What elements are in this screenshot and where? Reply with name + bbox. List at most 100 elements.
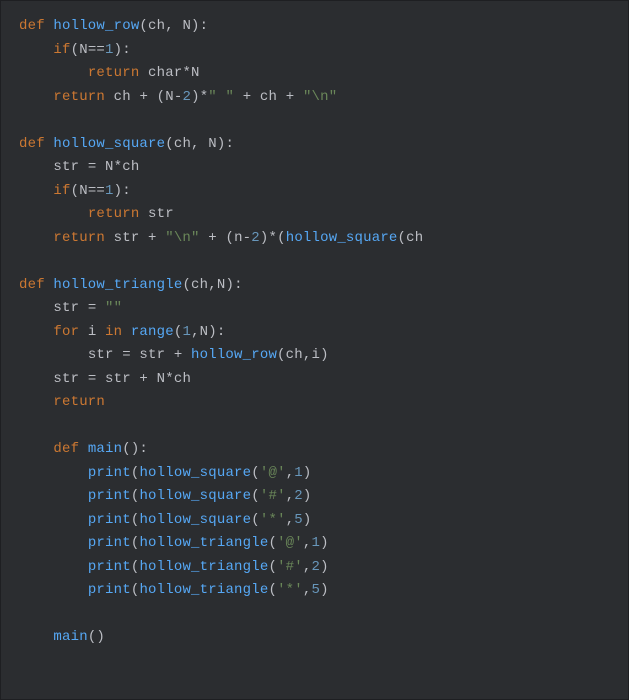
code-token: hollow_square	[139, 512, 251, 528]
code-token: "\n"	[165, 230, 199, 246]
code-token: '@'	[260, 465, 286, 481]
code-line: return char*N	[19, 62, 618, 86]
code-line	[19, 603, 618, 627]
code-token: ,	[303, 559, 312, 575]
code-token: ,	[286, 488, 295, 504]
code-line: str = str + hollow_row(ch,i)	[19, 344, 618, 368]
code-token: )	[320, 347, 329, 363]
code-line: def hollow_square(ch, N):	[19, 133, 618, 157]
code-token	[19, 441, 53, 457]
code-token: +	[139, 371, 156, 387]
code-token: ch	[148, 18, 165, 34]
code-token: (	[139, 18, 148, 34]
code-token: main	[88, 441, 122, 457]
code-token: )	[260, 230, 269, 246]
code-line	[19, 415, 618, 439]
code-token	[19, 89, 53, 105]
code-line: for i in range(1,N):	[19, 321, 618, 345]
code-token: '@'	[277, 535, 303, 551]
code-token	[19, 42, 53, 58]
code-token: ch	[174, 136, 191, 152]
code-token: )	[303, 488, 312, 504]
code-token: (	[225, 230, 234, 246]
code-token: return	[88, 65, 148, 81]
code-token: ch	[122, 159, 139, 175]
code-token: *	[200, 89, 209, 105]
code-token: ()	[88, 629, 105, 645]
code-token: ,	[191, 136, 208, 152]
code-token: =	[88, 159, 105, 175]
code-token: ch	[286, 347, 303, 363]
code-line: if(N==1):	[19, 39, 618, 63]
code-line: print(hollow_square('*',5)	[19, 509, 618, 533]
code-line: if(N==1):	[19, 180, 618, 204]
code-token: (	[182, 277, 191, 293]
code-token: ch	[260, 89, 286, 105]
code-line: print(hollow_triangle('@',1)	[19, 532, 618, 556]
code-token: (	[268, 582, 277, 598]
code-token	[19, 206, 88, 222]
code-token: (	[268, 559, 277, 575]
code-token: *	[269, 230, 278, 246]
code-token	[19, 300, 53, 316]
code-line: str = N*ch	[19, 156, 618, 180]
code-token: hollow_row	[53, 18, 139, 34]
code-token	[19, 183, 53, 199]
code-token: 2	[294, 488, 303, 504]
code-token: def	[19, 277, 53, 293]
code-token	[19, 465, 88, 481]
code-token	[19, 512, 88, 528]
code-token: 1	[294, 465, 303, 481]
code-line: print(hollow_square('@',1)	[19, 462, 618, 486]
code-token	[19, 582, 88, 598]
code-line: str = ""	[19, 297, 618, 321]
code-token: (	[251, 488, 260, 504]
code-line: print(hollow_square('#',2)	[19, 485, 618, 509]
code-token: ):	[208, 324, 225, 340]
code-token: 2	[182, 89, 191, 105]
code-token: -	[243, 230, 252, 246]
code-token: range	[131, 324, 174, 340]
code-token	[19, 324, 53, 340]
code-token: N	[79, 42, 88, 58]
code-token: +	[148, 230, 165, 246]
code-token	[19, 65, 88, 81]
code-token: print	[88, 465, 131, 481]
code-token: "\n"	[303, 89, 337, 105]
code-token: ,	[165, 18, 182, 34]
code-token: str	[88, 347, 122, 363]
code-token: (	[71, 42, 80, 58]
code-line	[19, 109, 618, 133]
code-editor: def hollow_row(ch, N): if(N==1): return …	[19, 15, 618, 650]
code-token: 1	[312, 535, 321, 551]
code-token: 1	[182, 324, 191, 340]
code-token: str	[53, 300, 87, 316]
code-line: return str	[19, 203, 618, 227]
code-token: =	[122, 347, 139, 363]
code-token: if	[53, 42, 70, 58]
code-line: print(hollow_triangle('#',2)	[19, 556, 618, 580]
code-token: )	[303, 465, 312, 481]
code-token: ,	[303, 582, 312, 598]
code-token: i	[311, 347, 320, 363]
code-token: ,	[286, 465, 295, 481]
code-token: 1	[105, 183, 114, 199]
code-token: *	[182, 65, 191, 81]
code-token: ,	[303, 535, 312, 551]
code-token: str	[148, 206, 174, 222]
code-token: hollow_square	[139, 465, 251, 481]
code-token: main	[53, 629, 87, 645]
code-token: )	[320, 535, 329, 551]
code-token: N	[157, 371, 166, 387]
code-token: (	[268, 535, 277, 551]
code-token	[19, 629, 53, 645]
code-line: print(hollow_triangle('*',5)	[19, 579, 618, 603]
code-token: hollow_triangle	[139, 559, 268, 575]
code-token: ):	[225, 277, 242, 293]
code-token: )	[320, 582, 329, 598]
code-line: return ch + (N-2)*" " + ch + "\n"	[19, 86, 618, 110]
code-token: (	[398, 230, 407, 246]
code-token: print	[88, 512, 131, 528]
code-line: str = str + N*ch	[19, 368, 618, 392]
code-token	[19, 394, 53, 410]
